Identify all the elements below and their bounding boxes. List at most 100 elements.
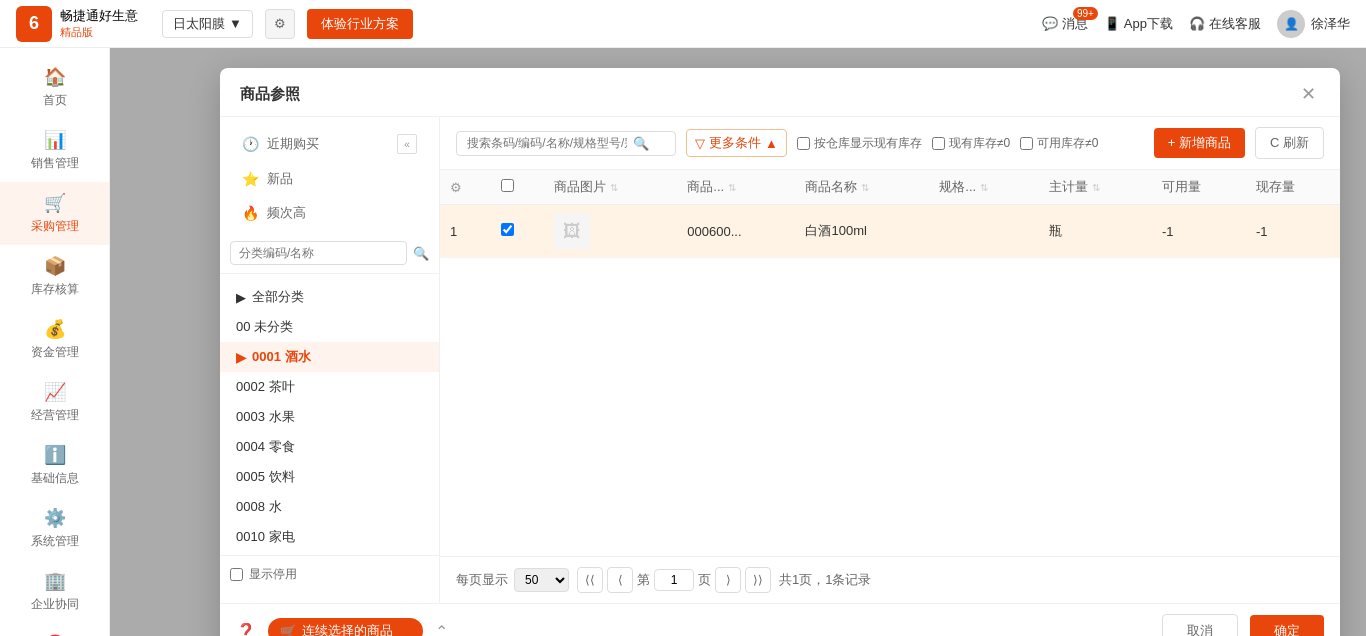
table-row[interactable]: 1 🖼 000600... 白酒100ml 瓶 -1 -1 bbox=[440, 205, 1340, 258]
sidebar-item-sales[interactable]: 📊 销售管理 bbox=[0, 119, 109, 182]
experience-button[interactable]: 体验行业方案 bbox=[307, 9, 413, 39]
more-filter-button[interactable]: ▽ 更多条件 ▲ bbox=[686, 129, 787, 157]
online-service-button[interactable]: 🎧 在线客服 bbox=[1189, 15, 1261, 33]
category-liquor[interactable]: ▶ 0001 酒水 bbox=[220, 342, 439, 372]
collapse-button[interactable]: « bbox=[397, 134, 417, 154]
product-table-wrapper: ⚙ 商品图片⇅ 商品...⇅ 商品名称⇅ bbox=[440, 170, 1340, 556]
filter-icon: ▽ bbox=[695, 136, 705, 151]
user-menu[interactable]: 👤 徐泽华 bbox=[1277, 10, 1350, 38]
confirm-button[interactable]: 确定 bbox=[1250, 615, 1324, 636]
show-disabled-label[interactable]: 显示停用 bbox=[230, 566, 429, 583]
nav-right: 💬 消息 99+ 📱 App下载 🎧 在线客服 👤 徐泽华 bbox=[1042, 10, 1350, 38]
sidebar-item-inventory[interactable]: 📦 库存核算 bbox=[0, 245, 109, 308]
top-nav: 6 畅捷通好生意 精品版 日太阳膜 ▼ ⚙ 体验行业方案 💬 消息 99+ 📱 … bbox=[0, 0, 1366, 48]
left-bottom: 显示停用 bbox=[220, 555, 439, 593]
toolbar: 🔍 ▽ 更多条件 ▲ 按仓库显示现有库存 bbox=[440, 117, 1340, 170]
first-page-button[interactable]: ⟨⟨ bbox=[577, 567, 603, 593]
category-fruit[interactable]: 0003 水果 bbox=[220, 402, 439, 432]
stock-nonzero-label[interactable]: 现有库存≠0 bbox=[932, 135, 1010, 152]
category-snacks[interactable]: 0004 零食 bbox=[220, 432, 439, 462]
sort-name-icon: ⇅ bbox=[861, 182, 869, 193]
per-page-select[interactable]: 50 10 20 100 bbox=[514, 568, 569, 592]
home-icon: 🏠 bbox=[44, 66, 66, 88]
sidebar-item-operations[interactable]: 📈 经营管理 bbox=[0, 371, 109, 434]
enterprise-icon: 🏢 bbox=[44, 570, 66, 592]
main-content: 商品参照 ✕ 🕐 近期购买 « ⭐ 新品 bbox=[110, 48, 1366, 636]
app-download-button[interactable]: 📱 App下载 bbox=[1104, 15, 1173, 33]
category-water[interactable]: 0008 水 bbox=[220, 492, 439, 522]
last-page-button[interactable]: ⟩⟩ bbox=[745, 567, 771, 593]
row-select-checkbox[interactable] bbox=[501, 223, 514, 236]
category-drinks[interactable]: 0005 饮料 bbox=[220, 462, 439, 492]
sidebar-label-system: 系统管理 bbox=[31, 533, 79, 550]
tab-recent-purchase[interactable]: 🕐 近期购买 « bbox=[230, 127, 429, 161]
search-icon[interactable]: 🔍 bbox=[633, 136, 649, 151]
warehouse-filter-checkbox[interactable] bbox=[797, 137, 810, 150]
tab-new-products[interactable]: ⭐ 新品 bbox=[230, 163, 429, 195]
sidebar-item-home[interactable]: 🏠 首页 bbox=[0, 56, 109, 119]
product-search-input[interactable] bbox=[467, 136, 627, 150]
purchase-icon: 🛒 bbox=[44, 192, 66, 214]
show-disabled-checkbox[interactable] bbox=[230, 568, 243, 581]
modal-header: 商品参照 ✕ bbox=[220, 68, 1340, 117]
page-navigation: ⟨⟨ ⟨ 第 页 ⟩ ⟩⟩ bbox=[577, 567, 771, 593]
next-page-button[interactable]: ⟩ bbox=[715, 567, 741, 593]
filter-arrow-icon: ▲ bbox=[765, 136, 778, 151]
modal-footer: ❓ 🛒 连续选择的商品 0 ⌃ 取消 确定 bbox=[220, 603, 1340, 636]
stock-nonzero-checkbox[interactable] bbox=[932, 137, 945, 150]
sidebar-item-system[interactable]: ⚙️ 系统管理 bbox=[0, 497, 109, 560]
settings-icon[interactable]: ⚙ bbox=[265, 9, 295, 39]
category-appliance[interactable]: 0010 家电 bbox=[220, 522, 439, 552]
right-panel: 🔍 ▽ 更多条件 ▲ 按仓库显示现有库存 bbox=[440, 117, 1340, 603]
available-nonzero-checkbox[interactable] bbox=[1020, 137, 1033, 150]
sort-spec-icon: ⇅ bbox=[980, 182, 988, 193]
active-arrow-icon: ▶ bbox=[236, 350, 246, 365]
sidebar-item-basic-info[interactable]: ℹ️ 基础信息 bbox=[0, 434, 109, 497]
prev-page-button[interactable]: ⟨ bbox=[607, 567, 633, 593]
store-selector[interactable]: 日太阳膜 ▼ bbox=[162, 10, 253, 38]
sidebar-item-purchase[interactable]: 🛒 采购管理 bbox=[0, 182, 109, 245]
row-num: 1 bbox=[440, 205, 491, 258]
sidebar-label-basic-info: 基础信息 bbox=[31, 470, 79, 487]
category-unclassified[interactable]: 00 未分类 bbox=[220, 312, 439, 342]
sidebar-label-home: 首页 bbox=[43, 92, 67, 109]
category-search-icon[interactable]: 🔍 bbox=[413, 246, 429, 261]
sidebar-item-enterprise[interactable]: 🏢 企业协同 bbox=[0, 560, 109, 623]
refresh-button[interactable]: C 刷新 bbox=[1255, 127, 1324, 159]
available-nonzero-label[interactable]: 可用库存≠0 bbox=[1020, 135, 1098, 152]
logo-icon: 6 bbox=[16, 6, 52, 42]
row-name: 白酒100ml bbox=[795, 205, 929, 258]
select-all-checkbox[interactable] bbox=[501, 179, 514, 192]
product-search-box: 🔍 bbox=[456, 131, 676, 156]
table-settings-icon[interactable]: ⚙ bbox=[450, 180, 462, 195]
row-image: 🖼 bbox=[544, 205, 678, 258]
help-icon[interactable]: ❓ bbox=[236, 622, 256, 637]
sidebar-label-inventory: 库存核算 bbox=[31, 281, 79, 298]
cancel-button[interactable]: 取消 bbox=[1162, 614, 1238, 636]
category-tea[interactable]: 0002 茶叶 bbox=[220, 372, 439, 402]
category-search: 🔍 bbox=[220, 237, 439, 274]
tab-frequent[interactable]: 🔥 频次高 bbox=[230, 197, 429, 229]
modal-close-button[interactable]: ✕ bbox=[1296, 82, 1320, 106]
row-available: -1 bbox=[1152, 205, 1246, 258]
col-settings: ⚙ bbox=[440, 170, 491, 205]
page-number-input[interactable] bbox=[654, 569, 694, 591]
row-checkbox bbox=[491, 205, 544, 258]
category-all[interactable]: ▶ 全部分类 bbox=[220, 282, 439, 312]
main-layout: 🏠 首页 📊 销售管理 🛒 采购管理 📦 库存核算 💰 资金管理 📈 经营管理 … bbox=[0, 48, 1366, 636]
sort-image-icon: ⇅ bbox=[610, 182, 618, 193]
messages-button[interactable]: 💬 消息 99+ bbox=[1042, 15, 1088, 33]
sidebar-item-finance[interactable]: 💰 资金管理 bbox=[0, 308, 109, 371]
col-unit: 主计量⇅ bbox=[1039, 170, 1152, 205]
sidebar-label-finance: 资金管理 bbox=[31, 344, 79, 361]
add-product-button[interactable]: + 新增商品 bbox=[1154, 128, 1245, 158]
footer-collapse-icon[interactable]: ⌃ bbox=[435, 622, 448, 637]
sidebar-item-guide[interactable]: 🎯 新手引导 bbox=[0, 623, 109, 636]
col-current: 现存量 bbox=[1246, 170, 1340, 205]
product-reference-modal: 商品参照 ✕ 🕐 近期购买 « ⭐ 新品 bbox=[220, 68, 1340, 636]
cart-badge[interactable]: 🛒 连续选择的商品 0 bbox=[268, 618, 423, 636]
category-search-input[interactable] bbox=[230, 241, 407, 265]
warehouse-filter-label[interactable]: 按仓库显示现有库存 bbox=[797, 135, 922, 152]
modal-title: 商品参照 bbox=[240, 85, 300, 104]
sidebar-label-operations: 经营管理 bbox=[31, 407, 79, 424]
